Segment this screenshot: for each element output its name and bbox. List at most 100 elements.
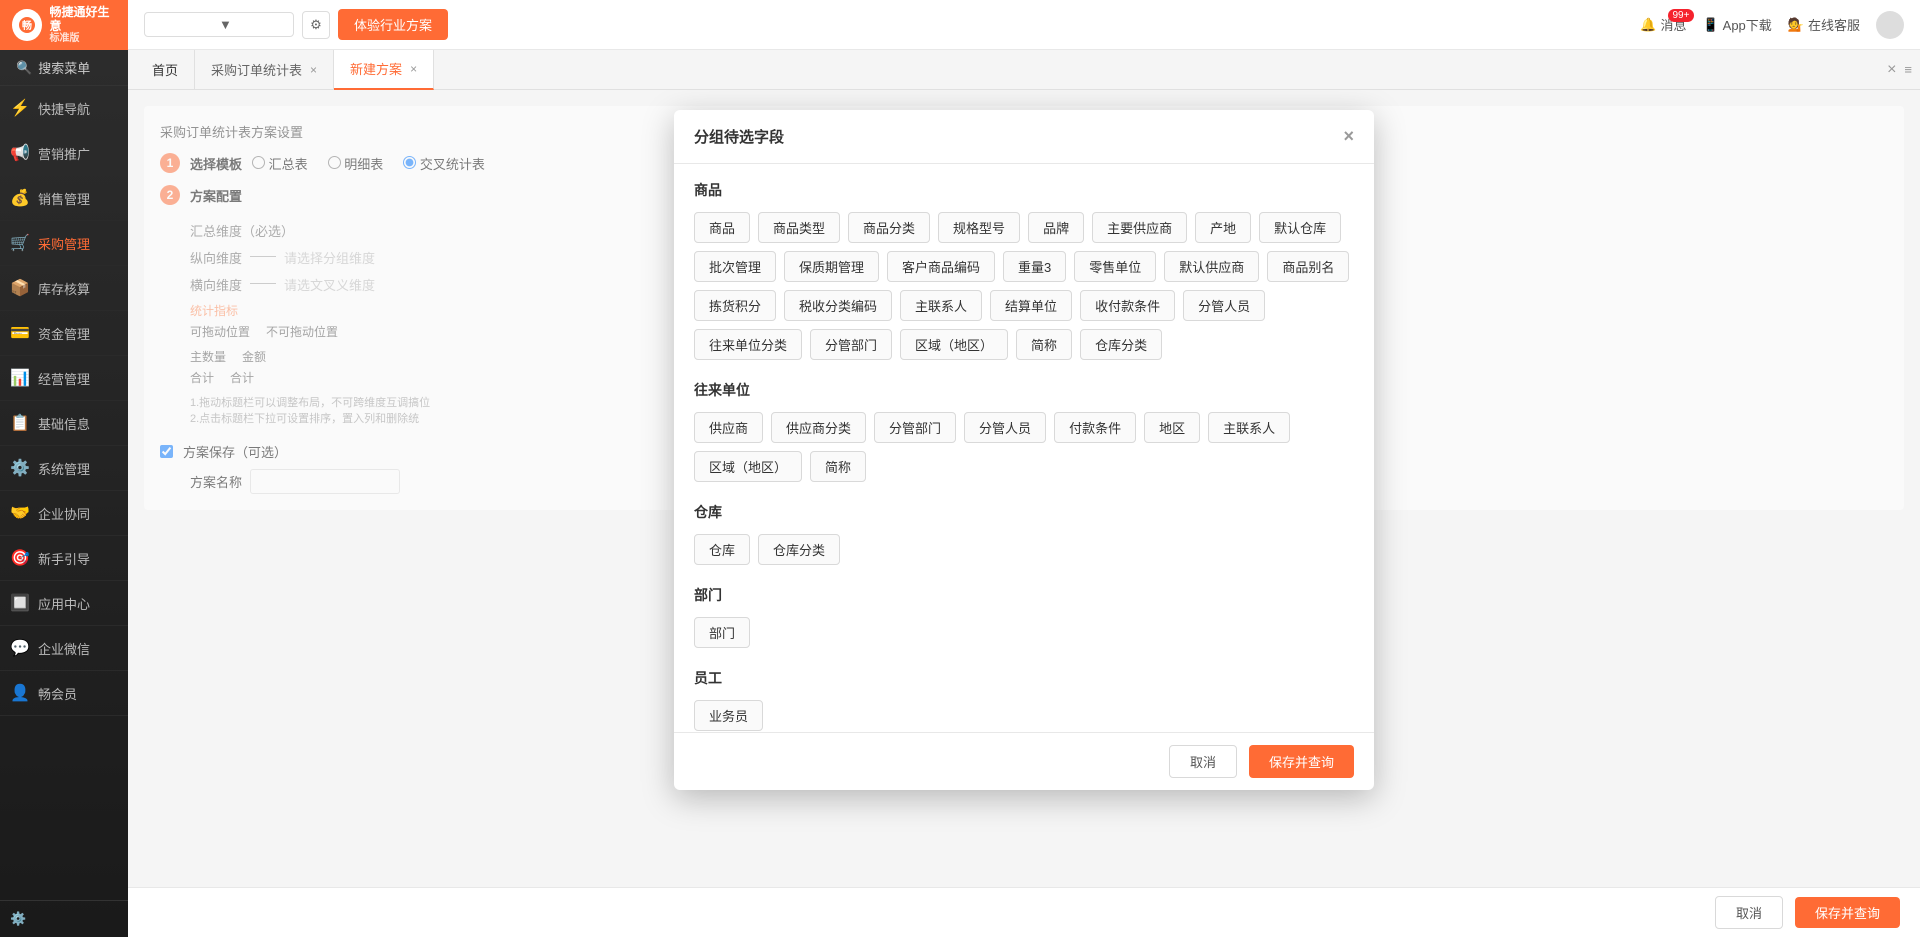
tab-purchase-stats-close[interactable]: × (310, 63, 317, 77)
warehouse-tags: 仓库仓库分类 (694, 534, 1354, 565)
field-tag[interactable]: 供应商分类 (771, 412, 866, 443)
field-tag[interactable]: 商品分类 (848, 212, 930, 243)
sidebar-item-marketing[interactable]: 📢 营销推广 (0, 131, 128, 176)
field-tag[interactable]: 商品 (694, 212, 750, 243)
sidebar-search[interactable]: 🔍 搜索菜单 (0, 50, 128, 86)
field-tag[interactable]: 主联系人 (1208, 412, 1290, 443)
employee-tags: 业务员 (694, 700, 1354, 731)
field-tag[interactable]: 拣货积分 (694, 290, 776, 321)
sidebar: 畅 畅捷通好生意 标准版 🔍 搜索菜单 ⚡ 快捷导航 📢 营销推广 💰 销售管理… (0, 0, 128, 937)
field-tag[interactable]: 默认仓库 (1259, 212, 1341, 243)
topbar-left: ▼ ⚙ 体验行业方案 (144, 9, 1640, 40)
sidebar-item-purchase[interactable]: 🛒 采购管理 (0, 221, 128, 266)
field-tag[interactable]: 分管部门 (810, 329, 892, 360)
field-tag[interactable]: 商品类型 (758, 212, 840, 243)
chevron-down-icon: ▼ (219, 17, 283, 32)
topbar-gear-btn[interactable]: ⚙ (302, 11, 330, 39)
field-tag[interactable]: 品牌 (1028, 212, 1084, 243)
sidebar-item-basic[interactable]: 📋 基础信息 (0, 401, 128, 446)
sidebar-settings-btn[interactable]: ⚙️ (0, 901, 128, 937)
basic-icon: 📋 (10, 413, 30, 433)
sidebar-item-sales[interactable]: 💰 销售管理 (0, 176, 128, 221)
download-icon: 📱 (1702, 17, 1718, 33)
modal-header: 分组待选字段 × (674, 110, 1374, 164)
field-tag[interactable]: 客户商品编码 (887, 251, 995, 282)
field-tag[interactable]: 部门 (694, 617, 750, 648)
topbar-right: 🔔 消息 99+ 📱 App下载 💁 在线客服 (1640, 11, 1904, 39)
modal-body[interactable]: 商品 商品商品类型商品分类规格型号品牌主要供应商产地默认仓库批次管理保质期管理客… (674, 164, 1374, 732)
sidebar-item-inventory[interactable]: 📦 库存核算 (0, 266, 128, 311)
field-tag[interactable]: 收付款条件 (1080, 290, 1175, 321)
sidebar-item-cooperation[interactable]: 🤝 企业协同 (0, 491, 128, 536)
product-section: 商品 商品商品类型商品分类规格型号品牌主要供应商产地默认仓库批次管理保质期管理客… (694, 180, 1354, 360)
field-tag[interactable]: 地区 (1144, 412, 1200, 443)
modal-title: 分组待选字段 (694, 126, 784, 147)
field-tag[interactable]: 主要供应商 (1092, 212, 1187, 243)
employee-section-title: 员工 (694, 668, 1354, 688)
trial-btn[interactable]: 体验行业方案 (338, 9, 448, 40)
notification-btn[interactable]: 🔔 消息 99+ (1640, 15, 1686, 34)
field-tag[interactable]: 供应商 (694, 412, 763, 443)
field-tag[interactable]: 产地 (1195, 212, 1251, 243)
modal-footer: 取消 保存并查询 (674, 732, 1374, 790)
sales-icon: 💰 (10, 188, 30, 208)
partner-tags: 供应商供应商分类分管部门分管人员付款条件地区主联系人区域（地区） 简称 (694, 412, 1354, 482)
modal-cancel-btn[interactable]: 取消 (1169, 745, 1237, 778)
logo-text: 畅捷通好生意 标准版 (50, 5, 116, 46)
department-section-title: 部门 (694, 585, 1354, 605)
field-tag[interactable]: 默认供应商 (1164, 251, 1259, 282)
sidebar-item-appcenter[interactable]: 🔲 应用中心 (0, 581, 128, 626)
field-tag[interactable]: 分管部门 (874, 412, 956, 443)
department-section: 部门 部门 (694, 585, 1354, 648)
field-tag[interactable]: 仓库分类 (758, 534, 840, 565)
sidebar-bottom: ⚙️ (0, 900, 128, 937)
bottom-cancel-btn[interactable]: 取消 (1715, 896, 1783, 929)
topbar-selector[interactable]: ▼ (144, 12, 294, 37)
field-tag[interactable]: 重量3 (1003, 251, 1066, 282)
sidebar-logo[interactable]: 畅 畅捷通好生意 标准版 (0, 0, 128, 50)
product-tags: 商品商品类型商品分类规格型号品牌主要供应商产地默认仓库批次管理保质期管理客户商品… (694, 212, 1354, 360)
sidebar-item-wechat[interactable]: 💬 企业微信 (0, 626, 128, 671)
tab-home[interactable]: 首页 (136, 50, 195, 90)
field-tag[interactable]: 仓库分类 (1080, 329, 1162, 360)
partner-section-title: 往来单位 (694, 380, 1354, 400)
field-tag[interactable]: 规格型号 (938, 212, 1020, 243)
field-tag[interactable]: 保质期管理 (784, 251, 879, 282)
svg-text:畅: 畅 (22, 19, 32, 32)
sidebar-item-quick-nav[interactable]: ⚡ 快捷导航 (0, 86, 128, 131)
field-tag[interactable]: 业务员 (694, 700, 763, 731)
modal-save-btn[interactable]: 保存并查询 (1249, 745, 1354, 778)
field-tag[interactable]: 往来单位分类 (694, 329, 802, 360)
navtabs: 首页 采购订单统计表 × 新建方案 × × ≡ (128, 50, 1920, 90)
field-tag[interactable]: 区域（地区） (900, 329, 1008, 360)
field-tag[interactable]: 批次管理 (694, 251, 776, 282)
field-tag[interactable]: 分管人员 (964, 412, 1046, 443)
system-icon: ⚙️ (10, 458, 30, 478)
tab-new-plan[interactable]: 新建方案 × (334, 50, 434, 90)
field-tag[interactable]: 区域（地区） (694, 451, 802, 482)
field-tag[interactable]: 简称 (1016, 329, 1072, 360)
user-avatar[interactable] (1876, 11, 1904, 39)
field-tag[interactable]: 简称 (810, 451, 866, 482)
modal-close-btn[interactable]: × (1343, 126, 1354, 147)
sidebar-item-member[interactable]: 👤 畅会员 (0, 671, 128, 716)
sidebar-item-system[interactable]: ⚙️ 系统管理 (0, 446, 128, 491)
field-tag[interactable]: 零售单位 (1074, 251, 1156, 282)
tab-new-plan-close[interactable]: × (410, 62, 417, 76)
tab-menu-icon[interactable]: ≡ (1904, 62, 1912, 77)
field-tag[interactable]: 仓库 (694, 534, 750, 565)
field-tag[interactable]: 商品别名 (1267, 251, 1349, 282)
app-download-btn[interactable]: 📱 App下载 (1702, 15, 1771, 34)
field-tag[interactable]: 结算单位 (990, 290, 1072, 321)
bottom-save-btn[interactable]: 保存并查询 (1795, 897, 1900, 928)
sidebar-item-operation[interactable]: 📊 经营管理 (0, 356, 128, 401)
online-service-btn[interactable]: 💁 在线客服 (1788, 15, 1860, 34)
sidebar-item-finance[interactable]: 💳 资金管理 (0, 311, 128, 356)
tab-purchase-stats[interactable]: 采购订单统计表 × (195, 50, 334, 90)
field-tag[interactable]: 主联系人 (900, 290, 982, 321)
field-tag[interactable]: 税收分类编码 (784, 290, 892, 321)
field-tag[interactable]: 分管人员 (1183, 290, 1265, 321)
sidebar-item-guide[interactable]: 🎯 新手引导 (0, 536, 128, 581)
tab-close-all-icon[interactable]: × (1887, 61, 1896, 79)
field-tag[interactable]: 付款条件 (1054, 412, 1136, 443)
